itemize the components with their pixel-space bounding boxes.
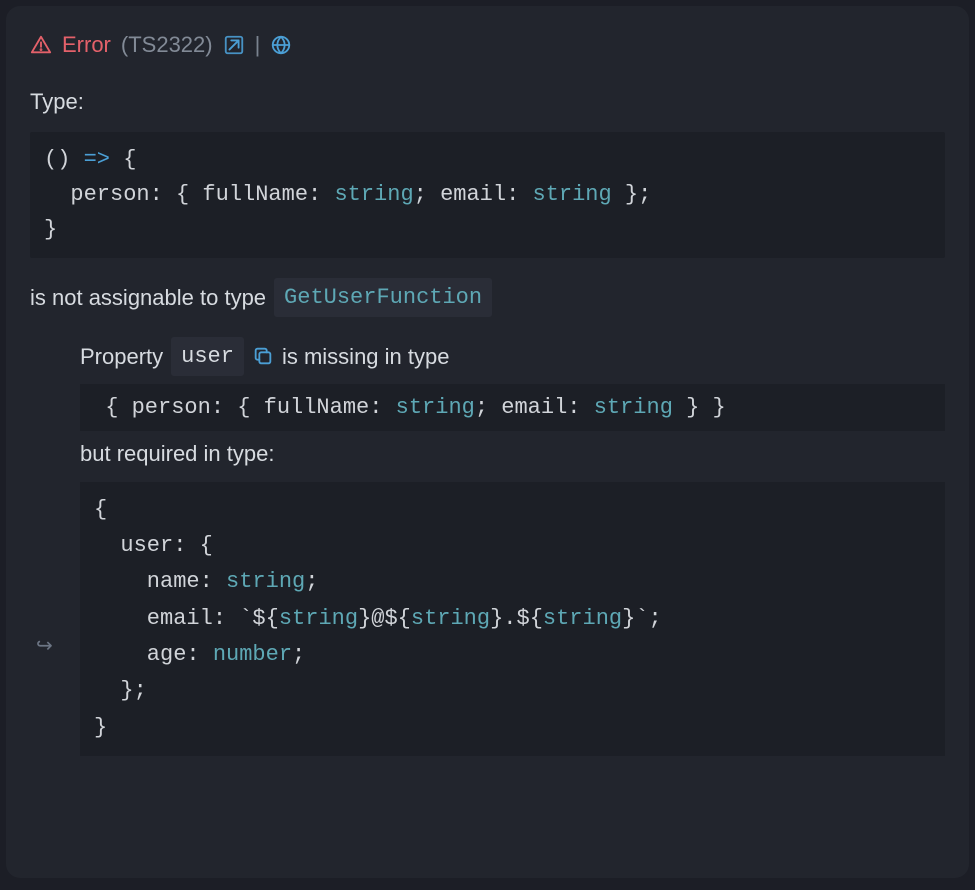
property-name: user <box>171 337 244 376</box>
code-token: { person: { fullName: <box>92 395 396 420</box>
code-token: user: { <box>94 533 213 558</box>
code-token: } } <box>673 395 726 420</box>
code-token: => <box>84 147 110 172</box>
code-token: { <box>110 147 136 172</box>
code-token: person: { fullName: <box>44 182 334 207</box>
code-token: string <box>533 182 612 207</box>
external-link-icon[interactable] <box>223 34 245 56</box>
code-token: }`; <box>622 606 662 631</box>
code-token: string <box>411 606 490 631</box>
code-token: email: `${ <box>94 606 279 631</box>
code-token: string <box>279 606 358 631</box>
code-token: age: <box>94 642 213 667</box>
source-type-code: () => { person: { fullName: string; emai… <box>30 132 945 258</box>
code-token: string <box>543 606 622 631</box>
property-missing-line: Property user is missing in type <box>80 337 945 376</box>
code-token: } <box>94 715 107 740</box>
code-token: { <box>94 497 107 522</box>
copy-icon[interactable] <box>252 345 274 367</box>
error-header: Error (TS2322) | <box>30 28 945 61</box>
error-code: (TS2322) <box>121 28 213 61</box>
required-type-code: { user: { name: string; email: `${string… <box>80 482 945 756</box>
code-token: string <box>594 395 673 420</box>
error-detail-section: ↪ Property user is missing in type { per… <box>30 337 945 756</box>
code-token: }@${ <box>358 606 411 631</box>
code-token: ; email: <box>414 182 533 207</box>
divider: | <box>255 28 261 61</box>
code-token: string <box>226 569 305 594</box>
error-panel: Error (TS2322) | Type: () => { person: {… <box>6 6 969 878</box>
property-label: Property <box>80 340 163 373</box>
code-token: () <box>44 147 84 172</box>
code-token: ; <box>305 569 318 594</box>
code-token: string <box>334 182 413 207</box>
not-assignable-line: is not assignable to type GetUserFunctio… <box>30 278 945 317</box>
code-token: ; email: <box>475 395 594 420</box>
code-token: string <box>396 395 475 420</box>
missing-text: is missing in type <box>282 340 450 373</box>
but-required-text: but required in type: <box>80 437 945 470</box>
code-token: ; <box>292 642 305 667</box>
indent-arrow: ↪ <box>30 337 66 756</box>
target-type-name: GetUserFunction <box>274 278 492 317</box>
globe-icon[interactable] <box>270 34 292 56</box>
error-label: Error <box>62 28 111 61</box>
code-token: }; <box>94 678 147 703</box>
error-detail-content: Property user is missing in type { perso… <box>80 337 945 756</box>
warning-icon <box>30 34 52 56</box>
code-token: }; <box>612 182 652 207</box>
not-assignable-text: is not assignable to type <box>30 281 266 314</box>
code-token: number <box>213 642 292 667</box>
code-token: } <box>44 217 57 242</box>
code-token: name: <box>94 569 226 594</box>
type-heading: Type: <box>30 85 945 118</box>
code-token: }.${ <box>490 606 543 631</box>
missing-in-type-code: { person: { fullName: string; email: str… <box>80 384 945 431</box>
